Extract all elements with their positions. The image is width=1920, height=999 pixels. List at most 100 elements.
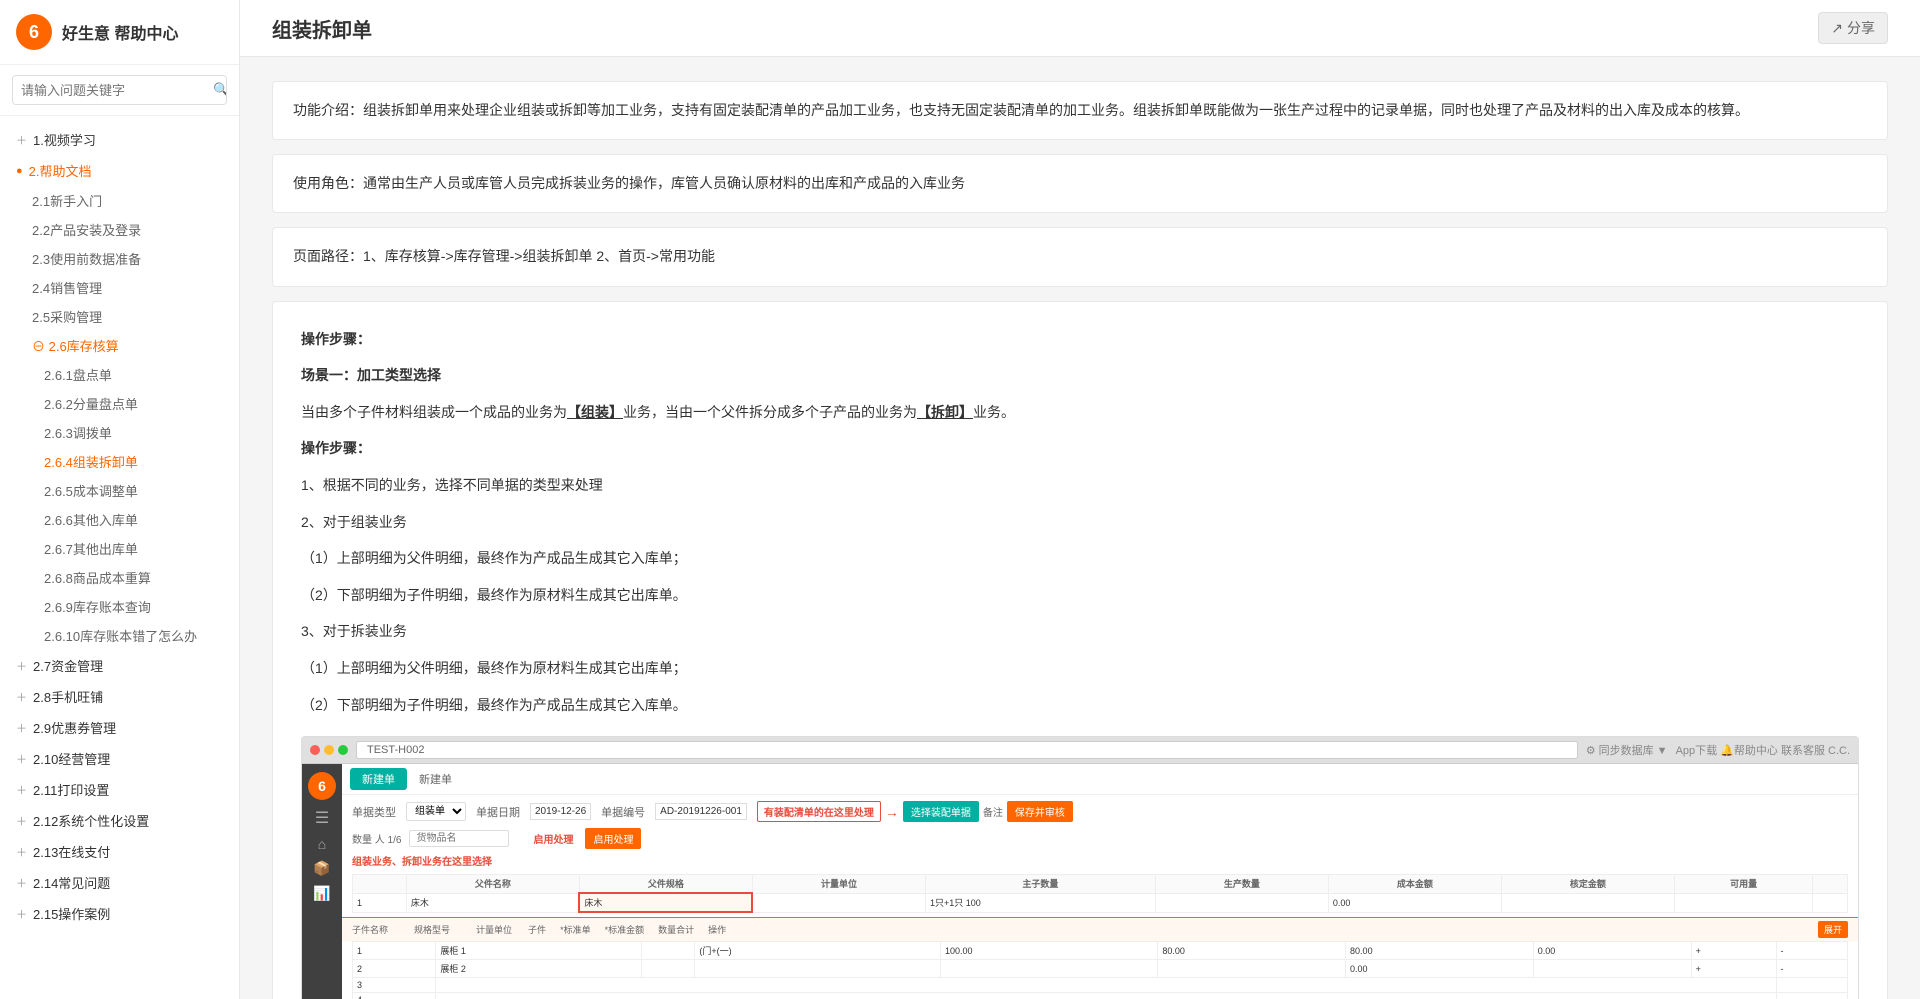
app-title: 好生意 帮助中心 [62, 20, 178, 44]
ss-no-value: AD-20191226-001 [655, 803, 747, 820]
search-button[interactable]: 🔍 [205, 76, 227, 104]
sidebar-item-transfer[interactable]: 2.6.3调拨单 [0, 418, 239, 447]
sidebar-item-other-out[interactable]: 2.6.7其他出库单 [0, 534, 239, 563]
role-box: 使用角色：通常由生产人员或库管人员完成拆装业务的操作，库管人员确认原材料的出库和… [272, 154, 1888, 213]
ss-save-btn[interactable]: 保存并审核 [1007, 801, 1073, 822]
ss-expand-btn[interactable]: 展开 [1818, 921, 1848, 938]
plus-icon-faq: ＋ [16, 875, 27, 891]
ss-qr-btn[interactable]: 启用处理 [585, 828, 641, 849]
plus-icon-coupon: ＋ [16, 720, 27, 736]
ss-lower-col6: *标准金额 [605, 923, 645, 936]
sidebar-item-purchase[interactable]: 2.5采购管理 [0, 302, 239, 331]
sidebar-item-cost-recalc[interactable]: 2.6.8商品成本重算 [0, 563, 239, 592]
sidebar-item-split-stocktake[interactable]: 2.6.2分量盘点单 [0, 389, 239, 418]
scene1-desc: 当由多个子件材料组装成一个成品的业务为【组装】业务，当由一个父件拆分成多个子产品… [301, 399, 1859, 426]
ss-extra-btn: 备注 [983, 804, 1003, 819]
role-text: 使用角色：通常由生产人员或库管人员完成拆装业务的操作，库管人员确认原材料的出库和… [293, 175, 965, 191]
ss-col-actions [1813, 875, 1848, 894]
sidebar-item-cost-adjust[interactable]: 2.6.5成本调整单 [0, 476, 239, 505]
ss-col-prod-qty: 生产数量 [1155, 875, 1328, 894]
operations-section: 操作步骤： 场景一：加工类型选择 当由多个子件材料组装成一个成品的业务为【组装】… [272, 301, 1888, 999]
page-title: 组装拆卸单 [272, 14, 372, 43]
ss-arrow1: → [885, 804, 899, 820]
ss-select-btn[interactable]: 选择装配单据 [903, 801, 979, 822]
sidebar-item-cases[interactable]: ＋ 2.15操作案例 [0, 898, 239, 929]
sidebar-section-label: 1.视频学习 [33, 130, 96, 149]
ss-lower-col3: 计量单位 [476, 923, 512, 936]
ss-red-border-cell: 床木 [579, 893, 752, 912]
ss-col-checkbox [353, 875, 407, 894]
step1: 1、根据不同的业务，选择不同单据的类型来处理 [301, 472, 1859, 499]
path-text: 页面路径：1、库存核算->库存管理->组装拆卸单 2、首页->常用功能 [293, 248, 715, 264]
step3-1: （1）上部明细为父件明细，最终作为原材料生成其它出库单； [301, 655, 1859, 682]
minus-icon: ● [16, 165, 23, 177]
table-row: 1 床木 床木 1只+1只 100 0.00 [353, 893, 1848, 912]
sidebar-item-other-in[interactable]: 2.6.6其他入库单 [0, 505, 239, 534]
sidebar-nav: ＋ 1.视频学习 ● 2.帮助文档 2.1新手入门 2.2产品安装及登录 2.3… [0, 116, 239, 999]
sidebar-header: 6 好生意 帮助中心 [0, 0, 239, 65]
sidebar-item-print[interactable]: ＋ 2.11打印设置 [0, 774, 239, 805]
sidebar-section-label: 2.7资金管理 [33, 656, 103, 675]
search-input[interactable] [13, 77, 205, 104]
step3: 3、对于拆装业务 [301, 618, 1859, 645]
app-logo: 6 [16, 14, 52, 50]
sidebar-item-stocktake[interactable]: 2.6.1盘点单 [0, 360, 239, 389]
search-section: 🔍 [0, 65, 239, 116]
sidebar-item-faq[interactable]: ＋ 2.14常见问题 [0, 867, 239, 898]
sidebar-item-inventory-ledger[interactable]: 2.6.9库存账本查询 [0, 592, 239, 621]
share-icon: ↗ [1831, 20, 1843, 37]
table-row-lower-1: 1 展柜 1 (门+(一) 100.00 80.00 80.00 0.00 + [353, 942, 1848, 960]
ss-type-select[interactable]: 组装单 拆卸单 [406, 802, 466, 821]
ss-goods-search[interactable] [409, 830, 509, 847]
search-box[interactable]: 🔍 [12, 75, 227, 105]
sidebar-item-data-prep[interactable]: 2.3使用前数据准备 [0, 244, 239, 273]
ops-steps-label: 操作步骤： [301, 435, 1859, 462]
plus-icon-cases: ＋ [16, 906, 27, 922]
intro-box: 功能介绍：组装拆卸单用来处理企业组装或拆卸等加工业务，支持有固定装配清单的产品加… [272, 81, 1888, 140]
ss-col-parent-spec: 父件规格 [579, 875, 752, 894]
ss-type-label: 单据类型 [352, 804, 396, 820]
sidebar-item-assembly[interactable]: 2.6.4组装拆卸单 [0, 447, 239, 476]
scene1-title: 场景一：加工类型选择 [301, 362, 1859, 389]
sidebar-item-finance[interactable]: ＋ 2.7资金管理 [0, 650, 239, 681]
ss-chart-icon: 📊 [313, 885, 330, 902]
sidebar-item-mobile[interactable]: ＋ 2.8手机旺铺 [0, 681, 239, 712]
ss-date-label: 单据日期 [476, 804, 520, 820]
ss-lower-col4: 子件 [528, 923, 546, 936]
ss-tab-new[interactable]: 新建单 [350, 768, 407, 790]
step2-2: （2）下部明细为子件明细，最终作为原材料生成其它出库单。 [301, 582, 1859, 609]
ops-title: 操作步骤： [301, 326, 1859, 353]
sidebar-item-inventory-fix[interactable]: 2.6.10库存账本错了怎么办 [0, 621, 239, 650]
screenshot-container: TEST-H002 ⚙ 同步数据库 ▼ App下载 🔔帮助中心 联系客服 C.C… [301, 736, 1859, 999]
content-area: 功能介绍：组装拆卸单用来处理企业组装或拆卸等加工业务，支持有固定装配清单的产品加… [240, 57, 1920, 999]
plus-icon-personalize: ＋ [16, 813, 27, 829]
ss-col-unit: 计量单位 [752, 875, 925, 894]
sidebar-item-video-learning[interactable]: ＋ 1.视频学习 [0, 124, 239, 155]
ss-nav-icon: ☰ [315, 808, 329, 828]
sidebar-item-inventory[interactable]: ⊖ 2.6库存核算 [0, 331, 239, 360]
share-button[interactable]: ↗ 分享 [1818, 12, 1888, 44]
ss-logo: 6 [308, 772, 336, 800]
ss-lower-col1: 子件名称 [352, 923, 388, 936]
sidebar-item-install[interactable]: 2.2产品安装及登录 [0, 215, 239, 244]
ss-date-value: 2019-12-26 [530, 803, 591, 820]
sidebar-item-help-docs[interactable]: ● 2.帮助文档 [0, 155, 239, 186]
sidebar-section-label: 2.帮助文档 [29, 161, 92, 180]
sidebar-item-beginner[interactable]: 2.1新手入门 [0, 186, 239, 215]
sidebar-item-payment[interactable]: ＋ 2.13在线支付 [0, 836, 239, 867]
table-row-lower-3: 3 [353, 978, 1848, 993]
ss-lower-col8: 操作 [708, 923, 726, 936]
sidebar-item-sales[interactable]: 2.4销售管理 [0, 273, 239, 302]
ss-box-icon: 📦 [313, 860, 330, 877]
sidebar-item-personalize[interactable]: ＋ 2.12系统个性化设置 [0, 805, 239, 836]
path-box: 页面路径：1、库存核算->库存管理->组装拆卸单 2、首页->常用功能 [272, 227, 1888, 286]
ss-col-avail-qty: 可用量 [1674, 875, 1812, 894]
plus-icon-print: ＋ [16, 782, 27, 798]
ss-col-main-qty: 主子数量 [925, 875, 1155, 894]
sidebar-item-operations[interactable]: ＋ 2.10经营管理 [0, 743, 239, 774]
table-row-lower-4: 4 [353, 993, 1848, 999]
sidebar-item-coupon[interactable]: ＋ 2.9优惠券管理 [0, 712, 239, 743]
ss-col-parent-name: 父件名称 [406, 875, 579, 894]
plus-icon-finance: ＋ [16, 658, 27, 674]
ss-tab-edit[interactable]: 新建单 [413, 768, 458, 790]
